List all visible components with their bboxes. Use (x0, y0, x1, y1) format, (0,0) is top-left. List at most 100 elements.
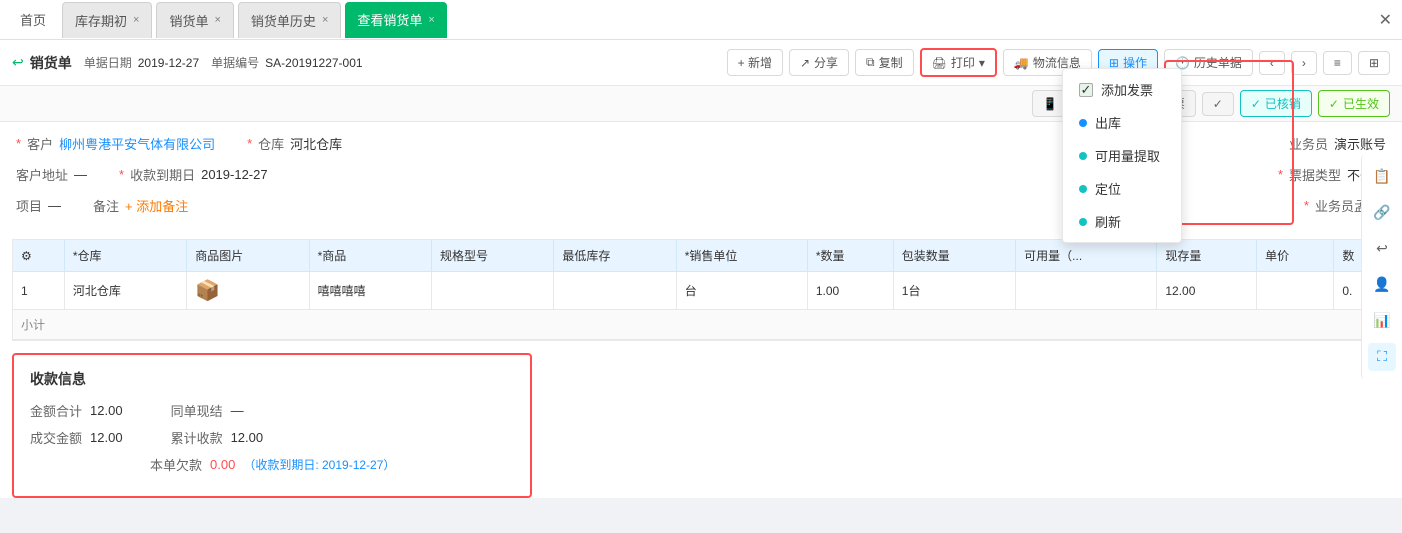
refresh-label: 刷新 (1095, 212, 1121, 231)
doc-number-field: 单据编号 SA-20191227-001 (211, 54, 362, 71)
sidebar-icon-return[interactable]: ↩ (1368, 235, 1396, 263)
share-icon: ↗ (800, 56, 810, 70)
tab-bar: 首页 库存期初 × 销货单 × 销货单历史 × 查看销货单 × ✕ (0, 0, 1402, 40)
history-label: 历史单据 (1194, 54, 1242, 71)
project-field: 项目 — (16, 196, 61, 215)
note-add[interactable]: + 添加备注 (125, 196, 188, 215)
cell-qty: 1.00 (807, 272, 893, 310)
window-close-btn[interactable]: ✕ (1379, 10, 1392, 30)
effect-icon: ✓ (1329, 97, 1339, 111)
tab-sales-close[interactable]: × (214, 14, 220, 26)
copy-button[interactable]: ⧉ 复制 (855, 49, 914, 76)
payment-date-field: * 收款到期日 2019-12-27 (119, 165, 268, 184)
tab-sales-history[interactable]: 销货单历史 × (238, 2, 341, 38)
dropdown-add-invoice[interactable]: ✓ 添加发票 (1063, 73, 1181, 106)
dropdown-outbound[interactable]: 出库 (1063, 106, 1181, 139)
address-field: 客户地址 — (16, 165, 87, 184)
print-icon: 🖨 (932, 56, 947, 70)
sidebar-icon-expand[interactable]: ⛶ (1368, 343, 1396, 371)
right-sidebar: 📋 🔗 ↩ 👤 📊 ⛶ (1361, 155, 1402, 379)
confirm-button[interactable]: ✓ (1202, 92, 1234, 116)
cell-unit: 台 (676, 272, 807, 310)
grid-view-button[interactable]: ⊞ (1358, 51, 1390, 75)
tab-view-sales[interactable]: 查看销货单 × (345, 2, 446, 38)
doc-date-value: 2019-12-27 (138, 56, 199, 70)
doc-number-label: 单据编号 (211, 54, 259, 71)
toolbar-right: + 新增 ↗ 分享 ⧉ 复制 🖨 打印 ▾ 🚚 物流信息 ⊞ 操作 (727, 48, 1390, 77)
owed-value: 0.00 (210, 457, 235, 472)
copy-label: 复制 (879, 54, 903, 71)
share-label: 分享 (814, 54, 838, 71)
dropdown-available-qty[interactable]: 可用量提取 (1063, 139, 1181, 172)
print-dropdown-icon: ▾ (979, 56, 985, 70)
tab-sales-history-close[interactable]: × (322, 14, 328, 26)
col-unit: *销售单位 (676, 240, 807, 272)
deal-value: 12.00 (90, 430, 123, 445)
outbound-label: 出库 (1095, 113, 1121, 132)
col-spec: 规格型号 (431, 240, 553, 272)
share-button[interactable]: ↗ 分享 (789, 49, 849, 76)
customer-required: * (16, 136, 21, 151)
tab-view-sales-label: 查看销货单 (357, 10, 422, 29)
data-table: ⚙ *仓库 商品图片 *商品 规格型号 最低库存 *销售单位 *数量 包装数量 … (13, 240, 1389, 340)
address-label: 客户地址 (16, 165, 68, 184)
refresh-icon (1079, 218, 1087, 226)
effect-label: 已生效 (1343, 95, 1379, 112)
cell-current: 12.00 (1157, 272, 1257, 310)
add-invoice-icon: ✓ (1079, 83, 1093, 97)
customer-field: * 客户 柳州粤港平安气体有限公司 (16, 134, 215, 153)
sidebar-icon-chart[interactable]: 📊 (1368, 307, 1396, 335)
doc-type-field: ↩ 销货单 (12, 53, 72, 73)
tab-inventory[interactable]: 库存期初 × (62, 2, 152, 38)
tab-home[interactable]: 首页 (8, 2, 58, 38)
phone-icon: 📱 (1043, 97, 1058, 111)
effect-button[interactable]: ✓ 已生效 (1318, 90, 1390, 117)
sidebar-icon-doc[interactable]: 📋 (1368, 163, 1396, 191)
col-current: 现存量 (1157, 240, 1257, 272)
col-pack: 包装数量 (893, 240, 1015, 272)
col-img: 商品图片 (187, 240, 309, 272)
salesperson-label: 业务员孟 (1315, 196, 1367, 215)
add-invoice-label: 添加发票 (1101, 80, 1153, 99)
doc-icon: ↩ (12, 54, 24, 71)
copy-icon: ⧉ (866, 55, 875, 70)
sidebar-icon-link[interactable]: 🔗 (1368, 199, 1396, 227)
payment-date-required: * (119, 167, 124, 182)
tab-inventory-label: 库存期初 (75, 11, 127, 30)
nav-prev-button[interactable]: ‹ (1259, 51, 1285, 75)
col-gear[interactable]: ⚙ (13, 240, 64, 272)
owed-note: （收款到期日: 2019-12-27） (243, 456, 395, 473)
tab-inventory-close[interactable]: × (133, 14, 139, 26)
cell-img: 📦 (187, 272, 309, 310)
payment-row-2: 成交金额 12.00 累计收款 12.00 (30, 428, 514, 447)
col-min-stock: 最低库存 (554, 240, 676, 272)
same-order-field: 同单现结 — (171, 401, 244, 420)
payment-title: 收款信息 (30, 369, 514, 389)
warehouse-value: 河北仓库 (290, 134, 342, 153)
outbound-icon (1079, 119, 1087, 127)
tab-sales[interactable]: 销货单 × (156, 2, 233, 38)
sidebar-icon-user[interactable]: 👤 (1368, 271, 1396, 299)
col-price: 单价 (1257, 240, 1334, 272)
tab-home-label: 首页 (20, 10, 46, 29)
locate-icon (1079, 185, 1087, 193)
dropdown-refresh[interactable]: 刷新 (1063, 205, 1181, 238)
dropdown-locate[interactable]: 定位 (1063, 172, 1181, 205)
payment-section: 收款信息 金额合计 12.00 同单现结 — 成交金额 12.00 累计收款 1… (12, 353, 532, 498)
salesperson-required: * (1304, 198, 1309, 213)
table-row: 1 河北仓库 📦 嘻嘻嘻嘻 台 1.00 1台 12.00 0. (13, 272, 1389, 310)
checked-button[interactable]: ✓ 已核销 (1240, 90, 1312, 117)
customer-value[interactable]: 柳州粤港平安气体有限公司 (59, 134, 215, 153)
toolbar-left: ↩ 销货单 单据日期 2019-12-27 单据编号 SA-20191227-0… (12, 53, 719, 73)
list-view-button[interactable]: ≡ (1323, 51, 1352, 75)
new-button[interactable]: + 新增 (727, 49, 783, 76)
cell-product: 嘻嘻嘻嘻 (309, 272, 431, 310)
employee-label: 业务员 (1289, 134, 1328, 153)
print-button[interactable]: 🖨 打印 ▾ (920, 48, 997, 77)
total-field: 金额合计 12.00 (30, 401, 123, 420)
cell-index: 1 (13, 272, 64, 310)
nav-next-button[interactable]: › (1291, 51, 1317, 75)
payment-row-3: 本单欠款 0.00 （收款到期日: 2019-12-27） (30, 455, 514, 474)
tab-view-sales-close[interactable]: × (428, 14, 434, 26)
print-label: 打印 (951, 54, 975, 71)
